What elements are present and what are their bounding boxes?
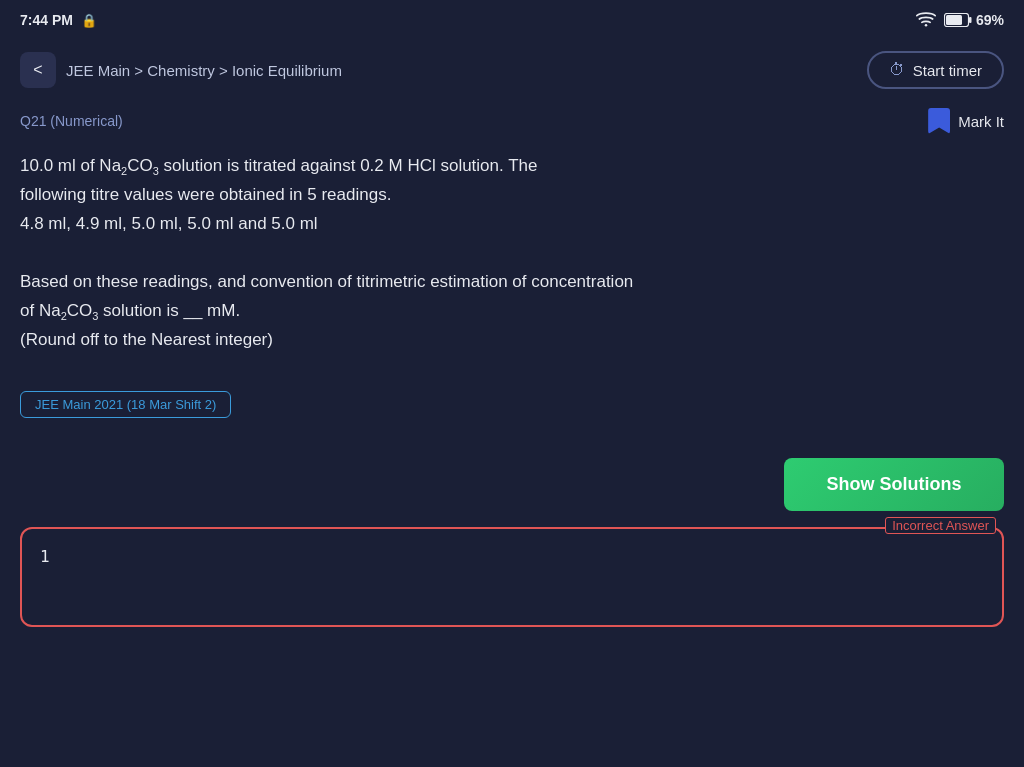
time-label: 7:44 PM (20, 12, 73, 28)
lock-icon: 🔒 (81, 13, 97, 28)
start-timer-label: Start timer (913, 62, 982, 79)
battery-label: 69% (976, 12, 1004, 28)
exam-tag[interactable]: JEE Main 2021 (18 Mar Shift 2) (20, 391, 231, 418)
status-right: 69% (916, 11, 1004, 30)
mark-it-label: Mark It (958, 113, 1004, 130)
tag-row: JEE Main 2021 (18 Mar Shift 2) (0, 371, 1024, 428)
svg-rect-3 (969, 17, 972, 23)
battery-icon (944, 13, 972, 27)
start-timer-button[interactable]: ⏱ Start timer (867, 51, 1004, 89)
wifi-icon (916, 11, 936, 30)
mark-it-button[interactable]: Mark It (928, 108, 1004, 134)
question-line-6: of Na2CO3 solution is __ mM. (20, 297, 1004, 326)
breadcrumb: JEE Main > Chemistry > Ionic Equilibrium (66, 62, 342, 79)
incorrect-answer-label: Incorrect Answer (885, 517, 996, 534)
timer-icon: ⏱ (889, 61, 905, 79)
svg-point-0 (925, 24, 928, 27)
question-line-5: Based on these readings, and convention … (20, 268, 1004, 297)
svg-rect-2 (946, 15, 962, 25)
question-label: Q21 (Numerical) (20, 113, 123, 129)
question-line-3: 4.8 ml, 4.9 ml, 5.0 ml, 5.0 ml and 5.0 m… (20, 210, 1004, 239)
question-line-7: (Round off to the Nearest integer) (20, 326, 1004, 355)
nav-bar: < JEE Main > Chemistry > Ionic Equilibri… (0, 40, 1024, 100)
solutions-row: Show Solutions (0, 428, 1024, 527)
back-button[interactable]: < (20, 52, 56, 88)
question-line-1: 10.0 ml of Na2CO3 solution is titrated a… (20, 152, 1004, 181)
battery-area: 69% (944, 12, 1004, 28)
nav-left: < JEE Main > Chemistry > Ionic Equilibri… (20, 52, 342, 88)
status-left: 7:44 PM 🔒 (20, 12, 97, 28)
question-content: 10.0 ml of Na2CO3 solution is titrated a… (0, 142, 1024, 371)
question-line-2: following titre values were obtained in … (20, 181, 1004, 210)
question-header: Q21 (Numerical) Mark It (0, 100, 1024, 142)
answer-area: Incorrect Answer 1 (0, 527, 1024, 631)
bookmark-icon (928, 108, 950, 134)
show-solutions-button[interactable]: Show Solutions (784, 458, 1004, 511)
answer-input[interactable]: 1 (20, 527, 1004, 627)
status-bar: 7:44 PM 🔒 69% (0, 0, 1024, 40)
